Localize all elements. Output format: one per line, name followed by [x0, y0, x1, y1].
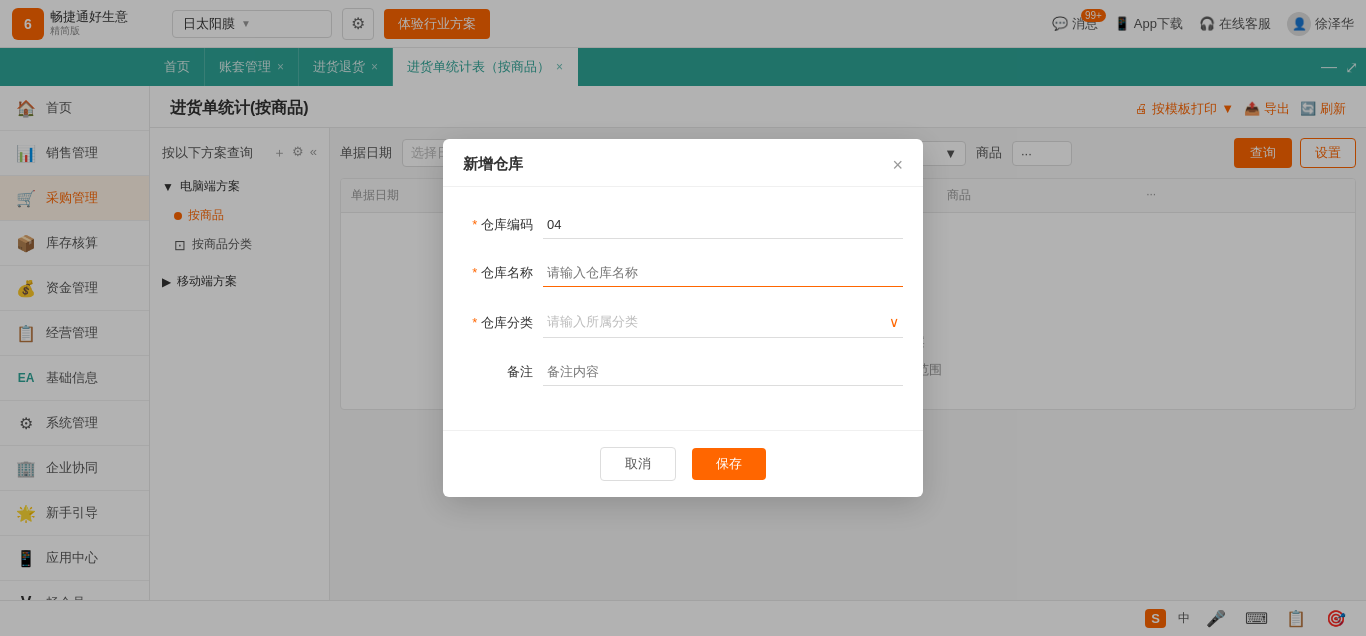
name-input-wrap — [543, 259, 903, 287]
dialog-header: 新增仓库 × — [443, 139, 923, 187]
cancel-button[interactable]: 取消 — [600, 447, 676, 481]
save-button[interactable]: 保存 — [692, 448, 766, 480]
new-warehouse-dialog: 新增仓库 × 仓库编码 仓库名称 仓库分类 — [443, 139, 923, 497]
dialog-footer: 取消 保存 — [443, 430, 923, 497]
code-label: 仓库编码 — [463, 216, 543, 234]
dialog-overlay: 新增仓库 × 仓库编码 仓库名称 仓库分类 — [0, 0, 1366, 636]
form-row-category: 仓库分类 请输入所属分类 ∨ — [463, 307, 903, 338]
form-row-remark: 备注 — [463, 358, 903, 386]
name-label: 仓库名称 — [463, 264, 543, 282]
warehouse-code-input[interactable] — [543, 211, 903, 239]
dialog-title: 新增仓库 — [463, 155, 523, 174]
dialog-body: 仓库编码 仓库名称 仓库分类 请输入所属分类 ∨ — [443, 187, 923, 430]
remark-input-wrap — [543, 358, 903, 386]
code-input-wrap — [543, 211, 903, 239]
form-row-code: 仓库编码 — [463, 211, 903, 239]
dialog-close-button[interactable]: × — [892, 156, 903, 174]
remark-label: 备注 — [463, 363, 543, 381]
warehouse-name-input[interactable] — [543, 259, 903, 287]
warehouse-remark-input[interactable] — [543, 358, 903, 386]
category-placeholder: 请输入所属分类 — [547, 313, 638, 331]
category-select-wrap: 请输入所属分类 ∨ — [543, 307, 903, 338]
warehouse-category-select[interactable]: 请输入所属分类 ∨ — [543, 307, 903, 338]
form-row-name: 仓库名称 — [463, 259, 903, 287]
category-arrow-icon: ∨ — [889, 314, 899, 330]
category-label: 仓库分类 — [463, 314, 543, 332]
